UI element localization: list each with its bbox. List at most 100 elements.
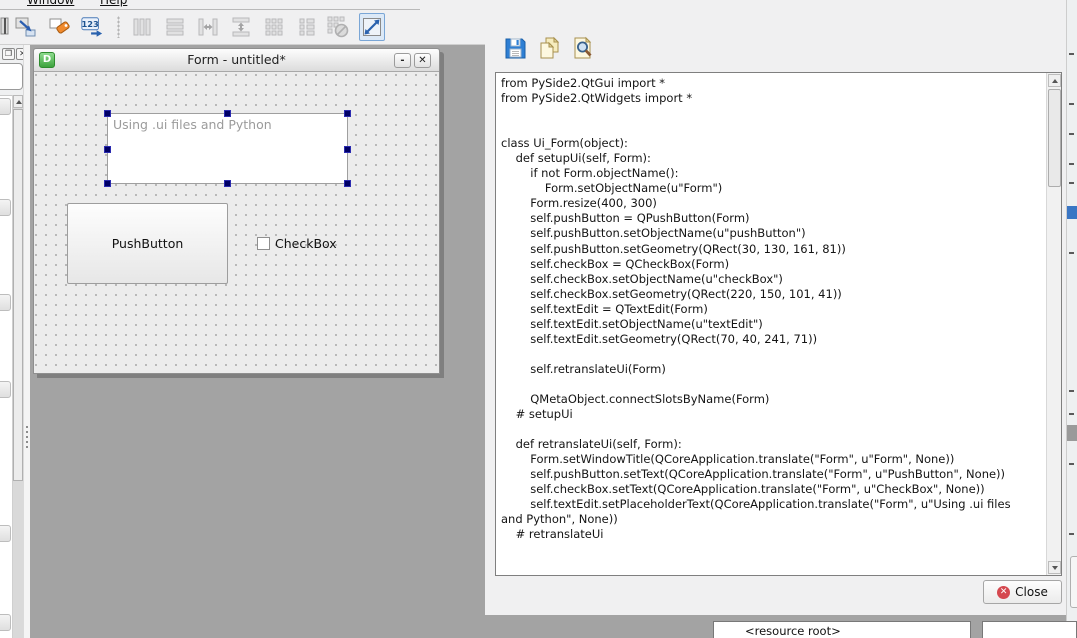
widget-category-button[interactable]	[0, 381, 11, 398]
widget-category-button[interactable]	[0, 98, 11, 115]
layout-vertically-button[interactable]	[162, 13, 188, 41]
edit-buddies-icon	[48, 15, 72, 39]
selection-handle-bottom-right[interactable]	[344, 180, 351, 187]
checkbox-label: CheckBox	[275, 236, 337, 251]
edit-buddies-button[interactable]	[47, 13, 73, 41]
selection-handle-top-left[interactable]	[104, 110, 111, 117]
adjust-size-icon	[361, 16, 383, 38]
selection-handle-top-right[interactable]	[344, 110, 351, 117]
selection-handle-middle-right[interactable]	[344, 146, 351, 153]
menu-window[interactable]: Window	[27, 0, 74, 7]
menubar: Window Help	[0, 0, 420, 10]
edit-tab-order-icon: 123	[80, 15, 104, 39]
layout-vertically-icon	[164, 16, 186, 38]
layout-form-button[interactable]	[294, 13, 320, 41]
resource-list-panel[interactable]	[982, 621, 1077, 638]
widget-filter-input[interactable]	[0, 63, 23, 90]
tree-expander-dash	[1069, 413, 1074, 415]
form-minimize-button[interactable]: -	[394, 53, 411, 68]
form-window-title: Form - untitled*	[34, 52, 439, 67]
textedit-widget[interactable]: Using .ui files and Python	[107, 113, 348, 184]
find-button[interactable]	[569, 34, 597, 62]
layout-horizontally-icon	[131, 16, 153, 38]
panel-float-button[interactable]: ❐	[2, 48, 15, 60]
break-layout-icon	[326, 15, 350, 39]
property-editor-edge	[1066, 0, 1077, 638]
selection-handle-top-middle[interactable]	[224, 110, 231, 117]
tree-expander-dash	[1069, 103, 1074, 105]
code-view[interactable]: from PySide2.QtGui import * from PySide2…	[495, 72, 1062, 576]
panel-splitter[interactable]	[23, 45, 30, 638]
checkbox-widget[interactable]: CheckBox	[257, 223, 358, 264]
tree-expander-dash	[1069, 182, 1074, 184]
copy-icon	[537, 36, 561, 60]
splitter-dot	[26, 431, 28, 433]
layout-horizontal-splitter-button[interactable]	[195, 13, 221, 41]
layout-vertical-splitter-icon	[230, 16, 252, 38]
layout-form-icon	[296, 16, 318, 38]
tree-expander-dash	[1069, 390, 1074, 392]
adjust-size-button[interactable]	[359, 13, 385, 41]
selection-handle-middle-left[interactable]	[104, 146, 111, 153]
splitter-dot	[26, 426, 28, 428]
splitter-dot	[26, 446, 28, 448]
layout-horizontally-button[interactable]	[129, 13, 155, 41]
break-layout-button[interactable]	[325, 13, 351, 41]
scrollbar-thumb[interactable]	[1048, 89, 1061, 187]
selected-property-row[interactable]	[1067, 206, 1077, 219]
widget-box-list[interactable]	[0, 95, 12, 638]
edit-signals-slots-button[interactable]	[13, 13, 39, 41]
copy-button[interactable]	[535, 34, 563, 62]
form-editor-window: D Form - untitled* - ✕ Using .ui files a…	[33, 48, 440, 374]
layout-grid-icon	[263, 16, 285, 38]
close-button-label: Close	[1015, 585, 1048, 599]
widget-category-button[interactable]	[0, 525, 11, 542]
form-canvas[interactable]: Using .ui files and Python PushButton Ch…	[35, 72, 438, 372]
tab-order-label: 123	[81, 19, 99, 29]
scrollbar-up-arrow[interactable]	[13, 95, 23, 108]
property-row-fragment	[1067, 425, 1077, 441]
edit-tab-order-button[interactable]: 123	[79, 13, 105, 41]
layout-horizontal-splitter-icon	[197, 16, 219, 38]
tree-expander-dash	[1069, 252, 1074, 254]
widget-category-button[interactable]	[0, 199, 11, 216]
selection-handle-bottom-left[interactable]	[104, 180, 111, 187]
checkbox-indicator[interactable]	[257, 237, 270, 250]
qt-designer-window: Window Help	[0, 0, 1077, 638]
splitter-dot	[26, 436, 28, 438]
toolbar-separator	[117, 16, 120, 38]
scrollbar-up-arrow[interactable]	[1048, 74, 1061, 87]
generated-python-code[interactable]: from PySide2.QtGui import * from PySide2…	[496, 73, 1046, 575]
widget-box-panel: ❐ ✕	[0, 45, 30, 638]
splitter-dot	[26, 441, 28, 443]
menu-help[interactable]: Help	[100, 0, 127, 7]
tree-expander-dash	[1069, 533, 1074, 535]
layout-grid-button[interactable]	[261, 13, 287, 41]
widget-category-button[interactable]	[0, 294, 11, 311]
selection-handle-bottom-middle[interactable]	[224, 180, 231, 187]
pushbutton-widget[interactable]: PushButton	[67, 203, 228, 284]
resource-tree-panel[interactable]: <resource root>	[713, 621, 971, 638]
layout-vertical-splitter-button[interactable]	[228, 13, 254, 41]
form-close-button[interactable]: ✕	[414, 53, 431, 68]
code-scrollbar[interactable]	[1046, 73, 1061, 575]
widget-category-button[interactable]	[0, 614, 11, 631]
edit-signals-slots-icon	[14, 15, 38, 39]
tree-expander-dash	[1069, 133, 1074, 135]
form-window-titlebar[interactable]: D Form - untitled* - ✕	[34, 49, 439, 72]
edit-widgets-icon	[0, 15, 9, 39]
find-icon	[571, 36, 595, 60]
save-button[interactable]	[501, 34, 529, 62]
tree-expander-dash	[1069, 163, 1074, 165]
scrollbar-thumb[interactable]	[13, 109, 23, 481]
scrollbar-down-arrow[interactable]	[1048, 561, 1061, 574]
save-icon	[503, 36, 527, 60]
edit-widgets-icon[interactable]	[0, 13, 10, 41]
widget-box-scrollbar[interactable]	[12, 95, 23, 638]
resource-root-item[interactable]: <resource root>	[714, 622, 841, 638]
panel-corner-fragment	[1070, 556, 1077, 608]
close-icon: ✕	[997, 586, 1010, 599]
tree-expander-dash	[1069, 463, 1074, 465]
tree-expander-dash	[1069, 53, 1074, 55]
close-button[interactable]: ✕ Close	[983, 580, 1062, 604]
